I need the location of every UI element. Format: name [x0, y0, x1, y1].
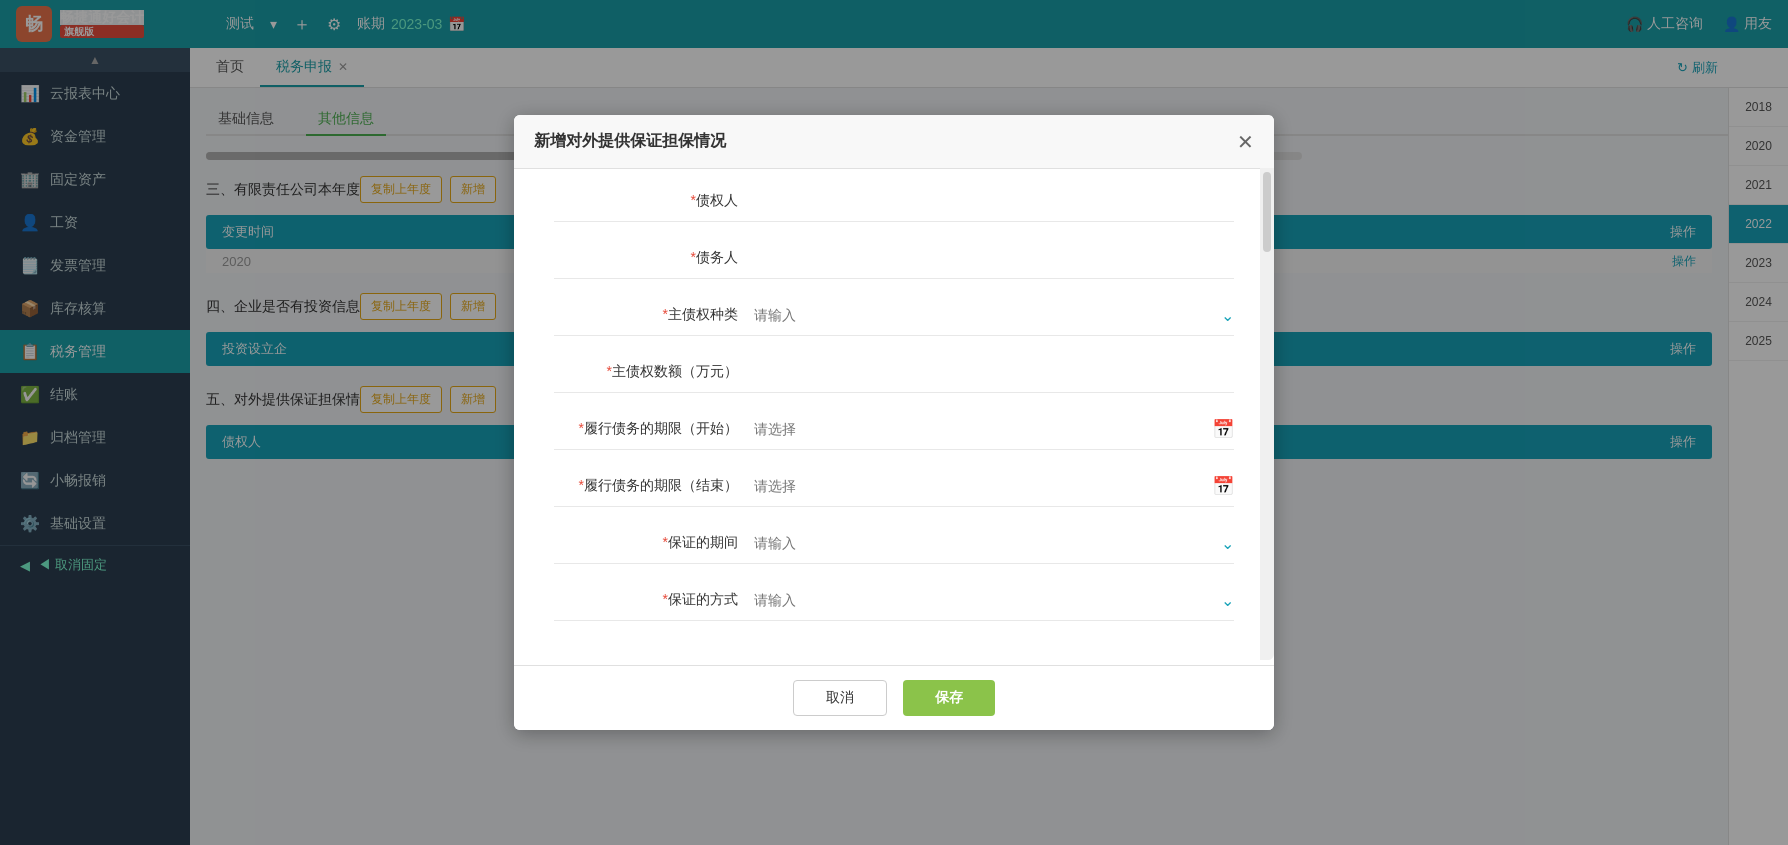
input-claim-type[interactable]	[754, 303, 1221, 327]
label-period-start: *履行债务的期限（开始）	[554, 420, 754, 438]
modal-scrollbar[interactable]	[1260, 168, 1274, 660]
chevron-guarantee-method-icon[interactable]: ⌄	[1221, 591, 1234, 610]
modal-header: 新增对外提供保证担保情况 ✕	[514, 115, 1274, 169]
select-guarantee-period: ⌄	[754, 531, 1234, 555]
form-row-creditor: *债权人	[554, 189, 1234, 222]
input-debtor[interactable]	[754, 246, 1234, 270]
date-period-end: 📅	[754, 474, 1234, 498]
form-row-claim-amount: *主债权数额（万元）	[554, 360, 1234, 393]
form-row-debtor: *债务人	[554, 246, 1234, 279]
input-period-start[interactable]	[754, 417, 1212, 441]
label-claim-amount: *主债权数额（万元）	[554, 363, 754, 381]
modal-overlay: 新增对外提供保证担保情况 ✕ *债权人 *债务人 *主	[0, 0, 1788, 845]
date-period-start: 📅	[754, 417, 1234, 441]
form-row-guarantee-method: *保证的方式 ⌄	[554, 588, 1234, 621]
cancel-button[interactable]: 取消	[793, 680, 887, 716]
select-claim-type: ⌄	[754, 303, 1234, 327]
label-period-end: *履行债务的期限（结束）	[554, 477, 754, 495]
modal-footer: 取消 保存	[514, 665, 1274, 730]
chevron-guarantee-period-icon[interactable]: ⌄	[1221, 534, 1234, 553]
form-row-guarantee-period: *保证的期间 ⌄	[554, 531, 1234, 564]
modal-title: 新增对外提供保证担保情况	[534, 131, 726, 152]
input-guarantee-method[interactable]	[754, 588, 1221, 612]
modal: 新增对外提供保证担保情况 ✕ *债权人 *债务人 *主	[514, 115, 1274, 730]
calendar-period-start-icon[interactable]: 📅	[1212, 418, 1234, 440]
calendar-period-end-icon[interactable]: 📅	[1212, 475, 1234, 497]
input-period-end[interactable]	[754, 474, 1212, 498]
chevron-claim-type-icon[interactable]: ⌄	[1221, 306, 1234, 325]
form-row-claim-type: *主债权种类 ⌄	[554, 303, 1234, 336]
modal-close-btn[interactable]: ✕	[1237, 132, 1254, 152]
select-guarantee-method: ⌄	[754, 588, 1234, 612]
label-guarantee-method: *保证的方式	[554, 591, 754, 609]
form-row-period-start: *履行债务的期限（开始） 📅	[554, 417, 1234, 450]
input-claim-amount[interactable]	[754, 360, 1234, 384]
form-row-period-end: *履行债务的期限（结束） 📅	[554, 474, 1234, 507]
label-debtor: *债务人	[554, 249, 754, 267]
label-creditor: *债权人	[554, 192, 754, 210]
label-claim-type: *主债权种类	[554, 306, 754, 324]
modal-scroll-thumb	[1263, 172, 1271, 252]
label-guarantee-period: *保证的期间	[554, 534, 754, 552]
save-button[interactable]: 保存	[903, 680, 995, 716]
input-creditor[interactable]	[754, 189, 1234, 213]
modal-body: *债权人 *债务人 *主债权种类 ⌄	[514, 169, 1274, 665]
input-guarantee-period[interactable]	[754, 531, 1221, 555]
